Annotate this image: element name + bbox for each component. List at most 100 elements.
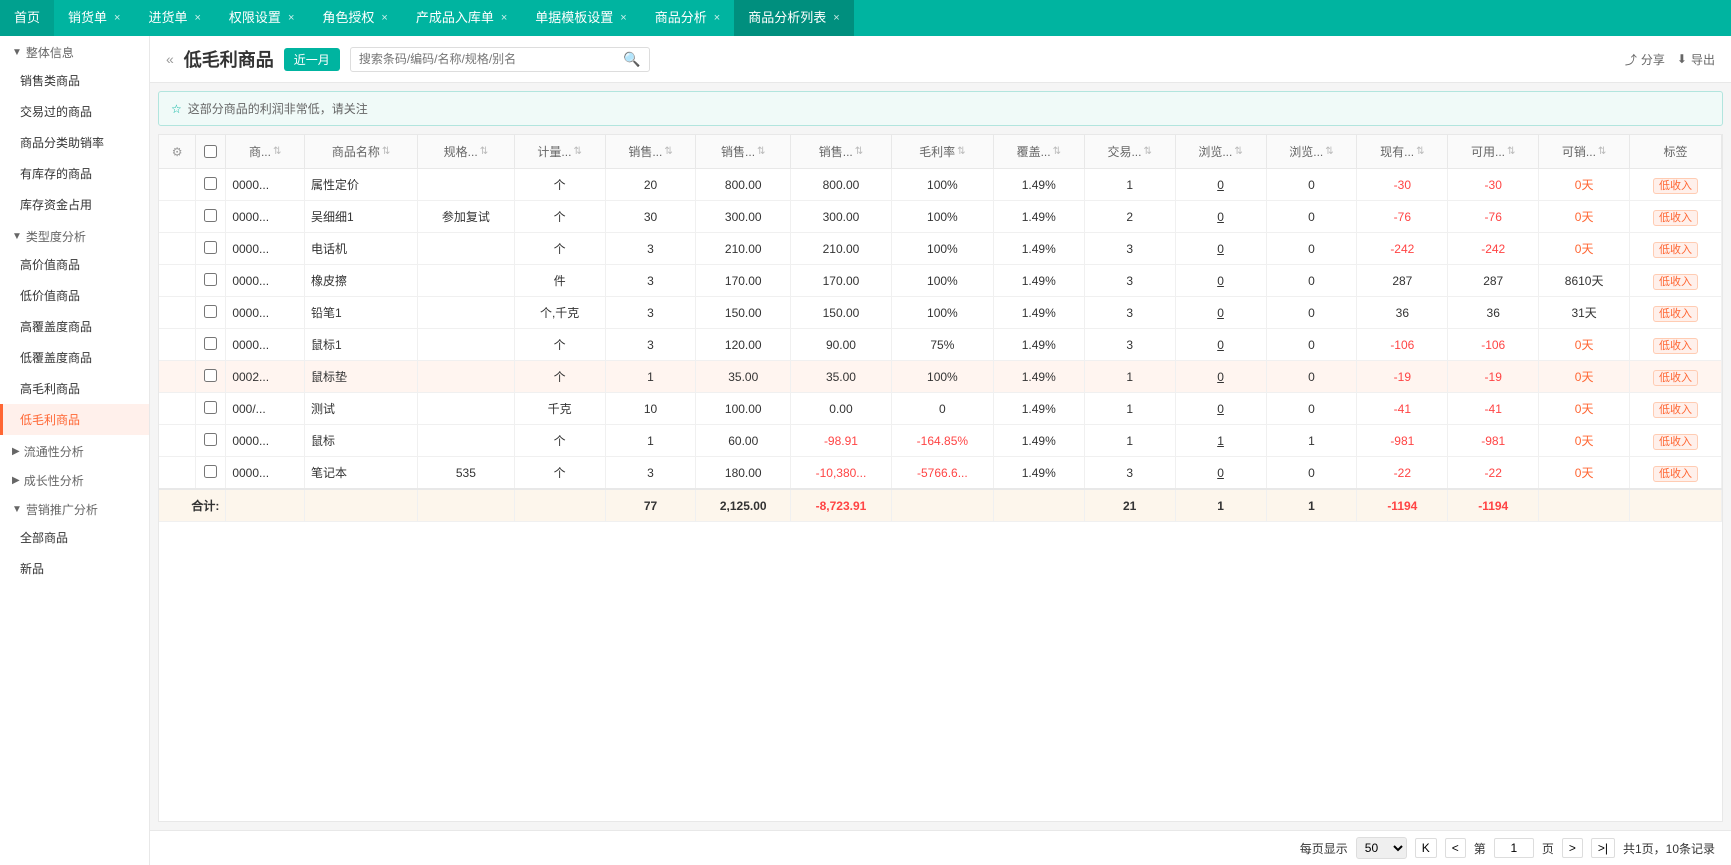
sidebar-item-low-value[interactable]: 低价值商品 [0, 280, 149, 311]
col-trade[interactable]: 交易...⇅ [1084, 135, 1175, 169]
nav-close-role-auth[interactable]: × [381, 0, 387, 36]
nav-template-settings[interactable]: 单据模板设置 × [521, 0, 640, 36]
sidebar-item-low-coverage[interactable]: 低覆盖度商品 [0, 342, 149, 373]
row-sales-amount: -10,380... [791, 457, 892, 490]
col-browse2[interactable]: 浏览...⇅ [1266, 135, 1357, 169]
row-checkbox[interactable] [196, 329, 226, 361]
export-button[interactable]: ⬇ 导出 [1677, 51, 1715, 68]
sidebar-item-inventory-products[interactable]: 有库存的商品 [0, 158, 149, 189]
col-name[interactable]: 商品名称⇅ [305, 135, 418, 169]
row-code: 0000... [226, 297, 305, 329]
row-name[interactable]: 铅笔1 [305, 297, 418, 329]
share-button[interactable]: ⤴ 分享 [1625, 51, 1665, 68]
row-name[interactable]: 电话机 [305, 233, 418, 265]
nav-close-permission[interactable]: × [288, 0, 294, 36]
row-browse2: 0 [1266, 329, 1357, 361]
row-checkbox[interactable] [196, 361, 226, 393]
row-name[interactable]: 鼠标1 [305, 329, 418, 361]
sidebar-item-inventory-capital[interactable]: 库存资金占用 [0, 189, 149, 220]
nav-close-sales-order[interactable]: × [114, 0, 120, 36]
sidebar-item-high-margin[interactable]: 高毛利商品 [0, 373, 149, 404]
select-all-checkbox[interactable] [204, 145, 217, 158]
col-settings[interactable]: ⚙ [159, 135, 196, 169]
nav-role-auth[interactable]: 角色授权 × [308, 0, 401, 36]
nav-close-purchase-order[interactable]: × [194, 0, 200, 36]
row-checkbox[interactable] [196, 457, 226, 490]
nav-close-product-instock[interactable]: × [501, 0, 507, 36]
sidebar-item-category-rate[interactable]: 商品分类助销率 [0, 127, 149, 158]
nav-close-template[interactable]: × [620, 0, 626, 36]
row-name[interactable]: 鼠标垫 [305, 361, 418, 393]
sidebar-collapse-btn[interactable]: « [166, 51, 174, 67]
row-browse1[interactable]: 0 [1175, 361, 1266, 393]
row-browse1[interactable]: 0 [1175, 329, 1266, 361]
nav-home[interactable]: 首页 [0, 0, 54, 36]
last-page-button[interactable]: >| [1591, 838, 1615, 858]
sidebar-item-traded-products[interactable]: 交易过的商品 [0, 96, 149, 127]
row-name[interactable]: 吴细细1 [305, 201, 418, 233]
col-browse1[interactable]: 浏览...⇅ [1175, 135, 1266, 169]
row-browse1[interactable]: 0 [1175, 169, 1266, 201]
row-checkbox[interactable] [196, 265, 226, 297]
nav-product-analysis-list[interactable]: 商品分析列表 × [734, 0, 853, 36]
row-checkbox[interactable] [196, 425, 226, 457]
per-page-select[interactable]: 50 20 100 [1356, 837, 1407, 859]
row-browse1[interactable]: 0 [1175, 233, 1266, 265]
first-page-button[interactable]: K [1415, 838, 1437, 858]
col-current-stock[interactable]: 现有...⇅ [1357, 135, 1448, 169]
col-coverage[interactable]: 覆盖...⇅ [993, 135, 1084, 169]
time-filter-button[interactable]: 近一月 [284, 48, 340, 71]
row-browse1[interactable]: 0 [1175, 393, 1266, 425]
col-sales-count[interactable]: 销售...⇅ [605, 135, 696, 169]
row-name[interactable]: 鼠标 [305, 425, 418, 457]
row-browse1[interactable]: 0 [1175, 265, 1266, 297]
col-sales-price[interactable]: 销售...⇅ [696, 135, 791, 169]
search-input[interactable] [359, 52, 624, 66]
nav-sales-order[interactable]: 销货单 × [54, 0, 134, 36]
page-input[interactable] [1494, 838, 1534, 858]
search-icon[interactable]: 🔍 [623, 51, 640, 68]
col-spec[interactable]: 规格...⇅ [418, 135, 515, 169]
sidebar-item-high-value[interactable]: 高价值商品 [0, 249, 149, 280]
row-checkbox[interactable] [196, 297, 226, 329]
row-checkbox[interactable] [196, 201, 226, 233]
sidebar-item-high-coverage[interactable]: 高覆盖度商品 [0, 311, 149, 342]
row-browse1[interactable]: 0 [1175, 457, 1266, 490]
next-page-button[interactable]: > [1562, 838, 1583, 858]
row-coverage: 1.49% [993, 201, 1084, 233]
sidebar-item-sales-products[interactable]: 销售类商品 [0, 65, 149, 96]
sidebar-item-new-products[interactable]: 新品 [0, 553, 149, 584]
col-sellable[interactable]: 可销...⇅ [1539, 135, 1630, 169]
row-checkbox[interactable] [196, 169, 226, 201]
row-name[interactable]: 测试 [305, 393, 418, 425]
sidebar-group-overall[interactable]: ▼ 整体信息 [0, 36, 149, 65]
row-browse1[interactable]: 0 [1175, 297, 1266, 329]
row-name[interactable]: 笔记本 [305, 457, 418, 490]
col-gross-margin[interactable]: 毛利率⇅ [891, 135, 993, 169]
sidebar-group-liquidity[interactable]: ▶ 流通性分析 [0, 435, 149, 464]
sidebar-group-marketing[interactable]: ▼ 营销推广分析 [0, 493, 149, 522]
row-name[interactable]: 属性定价 [305, 169, 418, 201]
row-browse1[interactable]: 0 [1175, 201, 1266, 233]
col-unit[interactable]: 计量...⇅ [514, 135, 605, 169]
row-checkbox[interactable] [196, 233, 226, 265]
row-name[interactable]: 橡皮擦 [305, 265, 418, 297]
table-row: 000/... 测试 千克 10 100.00 0.00 0 1.49% 1 0… [159, 393, 1722, 425]
col-code[interactable]: 商...⇅ [226, 135, 305, 169]
sidebar-item-all-products[interactable]: 全部商品 [0, 522, 149, 553]
row-checkbox[interactable] [196, 393, 226, 425]
col-sales-amount[interactable]: 销售...⇅ [791, 135, 892, 169]
nav-purchase-order[interactable]: 进货单 × [134, 0, 214, 36]
settings-icon[interactable]: ⚙ [172, 145, 183, 159]
nav-product-analysis[interactable]: 商品分析 × [641, 0, 734, 36]
nav-close-analysis-list[interactable]: × [833, 0, 839, 36]
nav-product-instock[interactable]: 产成品入库单 × [402, 0, 521, 36]
row-browse1[interactable]: 1 [1175, 425, 1266, 457]
col-available[interactable]: 可用...⇅ [1448, 135, 1539, 169]
prev-page-button[interactable]: < [1445, 838, 1466, 858]
nav-close-analysis[interactable]: × [714, 0, 720, 36]
nav-permission-settings[interactable]: 权限设置 × [215, 0, 308, 36]
sidebar-item-low-margin[interactable]: 低毛利商品 [0, 404, 149, 435]
sidebar-group-type-analysis[interactable]: ▼ 类型度分析 [0, 220, 149, 249]
sidebar-group-growth[interactable]: ▶ 成长性分析 [0, 464, 149, 493]
